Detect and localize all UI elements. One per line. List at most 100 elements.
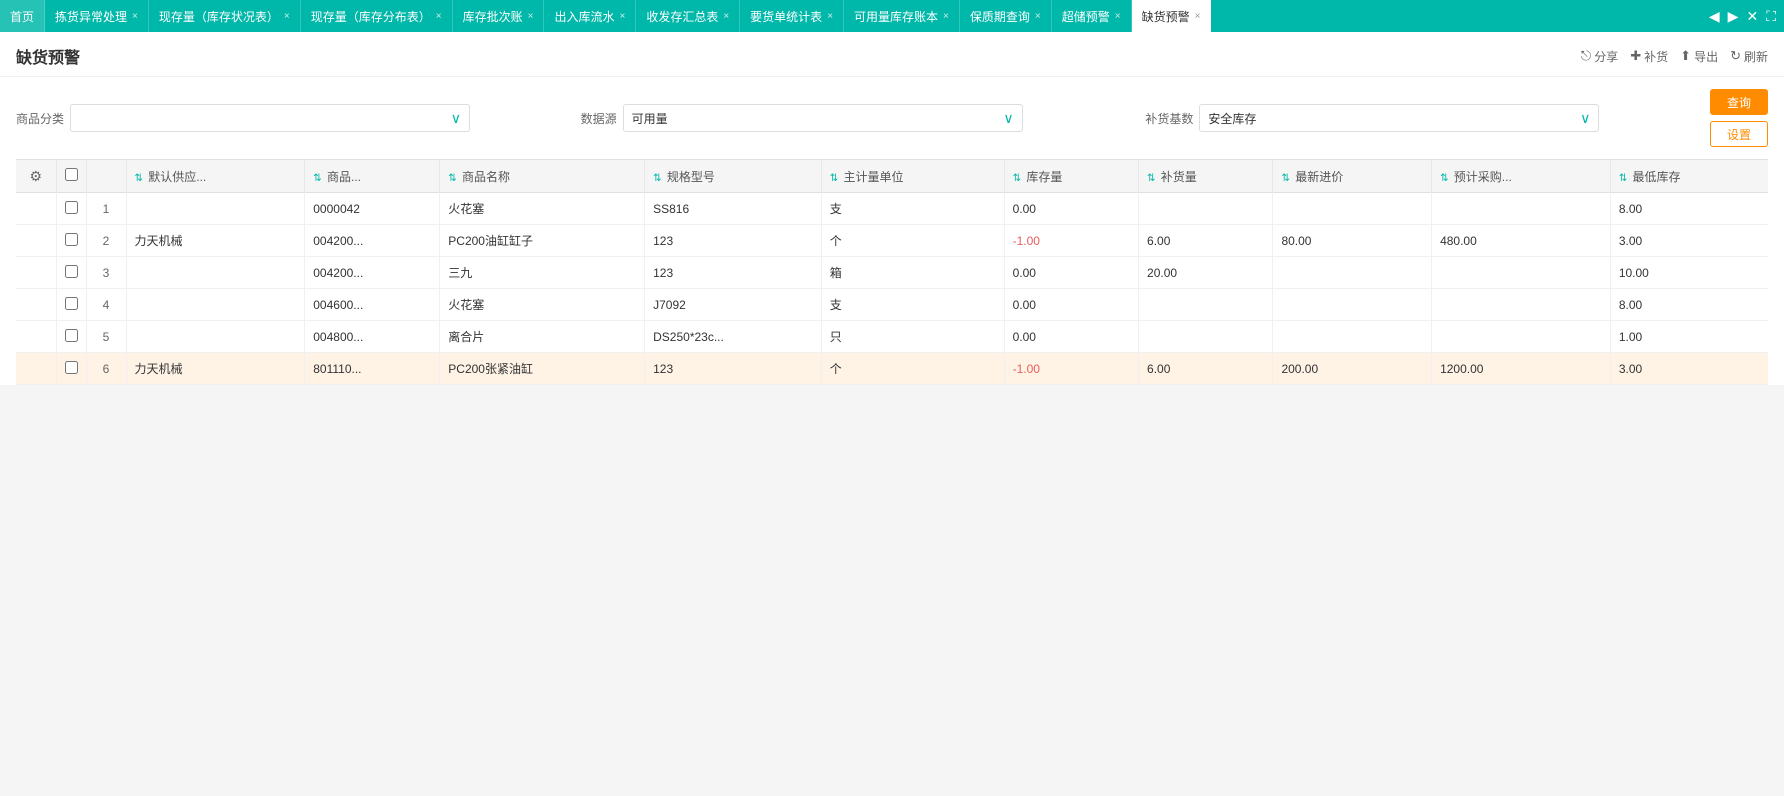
share-icon: ⎋	[1581, 48, 1591, 64]
category-select[interactable]: ∨	[70, 104, 470, 132]
category-select-arrow-icon: ∨	[451, 110, 461, 127]
tab-requisition-close[interactable]: ×	[827, 11, 833, 22]
tab-next-icon[interactable]: ▶	[1724, 8, 1743, 25]
th-latest-price[interactable]: ⇅ 最新进价	[1273, 160, 1432, 193]
th-min-stock[interactable]: ⇅ 最低库存	[1610, 160, 1768, 193]
row-est-purchase: 1200.00	[1432, 353, 1611, 385]
tab-available[interactable]: 可用量库存账本 ×	[844, 0, 960, 32]
row-settings-cell	[16, 225, 56, 257]
row-stock: 0.00	[1004, 193, 1138, 225]
th-latest-price-label: 最新进价	[1295, 170, 1343, 184]
row-checkbox[interactable]	[65, 329, 78, 342]
th-est-purchase[interactable]: ⇅ 预计采购...	[1432, 160, 1611, 193]
tab-home-label: 首页	[10, 8, 34, 25]
tab-inventory-status-label: 现存量（库存状况表）	[159, 8, 279, 25]
th-code[interactable]: ⇅ 商品...	[305, 160, 440, 193]
tab-overstock[interactable]: 超储预警 ×	[1052, 0, 1132, 32]
row-num: 2	[86, 225, 126, 257]
row-checkbox[interactable]	[65, 233, 78, 246]
tab-available-close[interactable]: ×	[943, 11, 949, 22]
data-table: ⚙ ⇅ 默认供应... ⇅ 商品... ⇅	[16, 159, 1768, 385]
row-latest-price	[1273, 257, 1432, 289]
row-name: PC200张紧油缸	[440, 353, 645, 385]
table-row: 1 0000042 火花塞 SS816 支 0.00 8.00	[16, 193, 1768, 225]
tab-inventory-status-close[interactable]: ×	[284, 11, 290, 22]
tab-home[interactable]: 首页	[0, 0, 45, 32]
row-spec: SS816	[645, 193, 822, 225]
tab-inout-flow[interactable]: 出入库流水 ×	[544, 0, 636, 32]
replenish-sort-icon: ⇅	[1147, 173, 1155, 184]
row-stock: -1.00	[1004, 225, 1138, 257]
datasource-select[interactable]: 可用量 ∨	[623, 104, 1023, 132]
row-checkbox[interactable]	[65, 361, 78, 374]
tab-batch-ledger-close[interactable]: ×	[528, 11, 534, 22]
tab-shortage-close[interactable]: ×	[1195, 11, 1201, 22]
replenish-basis-filter: 补货基数 安全库存 ∨	[1145, 104, 1690, 132]
row-checkbox-cell	[56, 257, 86, 289]
tab-summary[interactable]: 收发存汇总表 ×	[636, 0, 740, 32]
tab-summary-close[interactable]: ×	[723, 11, 729, 22]
header-actions: ⎋ 分享 ✚ 补货 ⬆ 导出 ↻ 刷新	[1581, 48, 1768, 65]
export-button[interactable]: ⬆ 导出	[1680, 48, 1718, 65]
settings-gear-icon[interactable]: ⚙	[27, 167, 45, 185]
replenish-basis-select-value: 安全库存	[1208, 110, 1256, 127]
row-supplier	[126, 257, 305, 289]
tab-shortage-label: 缺货预警	[1142, 8, 1190, 25]
row-unit: 支	[821, 289, 1004, 321]
row-unit: 个	[821, 353, 1004, 385]
name-sort-icon: ⇅	[448, 173, 456, 184]
row-replenish: 6.00	[1139, 353, 1273, 385]
row-checkbox[interactable]	[65, 297, 78, 310]
min-stock-sort-icon: ⇅	[1619, 173, 1627, 184]
row-settings-cell	[16, 321, 56, 353]
settings-button[interactable]: 设置	[1710, 121, 1768, 147]
tab-inventory-dist[interactable]: 现存量（库存分布表） ×	[301, 0, 453, 32]
tab-picking-close[interactable]: ×	[132, 11, 138, 22]
tab-shelf-life[interactable]: 保质期查询 ×	[960, 0, 1052, 32]
tab-picking[interactable]: 拣货异常处理 ×	[45, 0, 149, 32]
row-checkbox[interactable]	[65, 265, 78, 278]
row-num: 3	[86, 257, 126, 289]
replenish-basis-arrow-icon: ∨	[1580, 110, 1590, 127]
share-button[interactable]: ⎋ 分享	[1581, 48, 1618, 65]
tab-prev-icon[interactable]: ◀	[1705, 8, 1724, 25]
row-stock: -1.00	[1004, 353, 1138, 385]
page-header: 缺货预警 ⎋ 分享 ✚ 补货 ⬆ 导出 ↻ 刷新	[0, 32, 1784, 77]
row-checkbox[interactable]	[65, 201, 78, 214]
th-spec[interactable]: ⇅ 规格型号	[645, 160, 822, 193]
tab-overstock-close[interactable]: ×	[1115, 11, 1121, 22]
filter-row: 商品分类 ∨ 数据源 可用量 ∨ 补货基数 安全库存 ∨ 查询 设置	[0, 77, 1784, 159]
row-est-purchase	[1432, 193, 1611, 225]
category-filter: 商品分类 ∨	[16, 104, 561, 132]
tab-inout-flow-close[interactable]: ×	[619, 11, 625, 22]
th-name[interactable]: ⇅ 商品名称	[440, 160, 645, 193]
tab-inventory-dist-close[interactable]: ×	[436, 11, 442, 22]
query-button[interactable]: 查询	[1710, 89, 1768, 115]
refresh-button[interactable]: ↻ 刷新	[1730, 48, 1768, 65]
row-est-purchase	[1432, 289, 1611, 321]
tab-controls: ◀ ▶ ✕ ⛶	[1701, 8, 1784, 25]
tab-overstock-label: 超储预警	[1062, 8, 1110, 25]
tab-inventory-status[interactable]: 现存量（库存状况表） ×	[149, 0, 301, 32]
tab-shelf-life-close[interactable]: ×	[1035, 11, 1041, 22]
tab-close-all-icon[interactable]: ✕	[1742, 8, 1762, 25]
code-sort-icon: ⇅	[313, 173, 321, 184]
tab-fullscreen-icon[interactable]: ⛶	[1762, 8, 1780, 25]
th-unit-label: 主计量单位	[844, 170, 904, 184]
row-checkbox-cell	[56, 289, 86, 321]
th-unit[interactable]: ⇅ 主计量单位	[821, 160, 1004, 193]
export-icon: ⬆	[1680, 48, 1691, 64]
tab-batch-ledger[interactable]: 库存批次账 ×	[453, 0, 545, 32]
tab-shortage[interactable]: 缺货预警 ×	[1132, 0, 1212, 32]
th-supplier[interactable]: ⇅ 默认供应...	[126, 160, 305, 193]
row-supplier: 力天机械	[126, 353, 305, 385]
row-name: 离合片	[440, 321, 645, 353]
replenish-basis-select[interactable]: 安全库存 ∨	[1199, 104, 1599, 132]
th-replenish[interactable]: ⇅ 补货量	[1139, 160, 1273, 193]
select-all-checkbox[interactable]	[65, 168, 78, 181]
replenish-button[interactable]: ✚ 补货	[1630, 48, 1668, 65]
th-code-label: 商品...	[327, 170, 361, 184]
th-stock[interactable]: ⇅ 库存量	[1004, 160, 1138, 193]
tab-requisition[interactable]: 要货单统计表 ×	[740, 0, 844, 32]
row-checkbox-cell	[56, 321, 86, 353]
